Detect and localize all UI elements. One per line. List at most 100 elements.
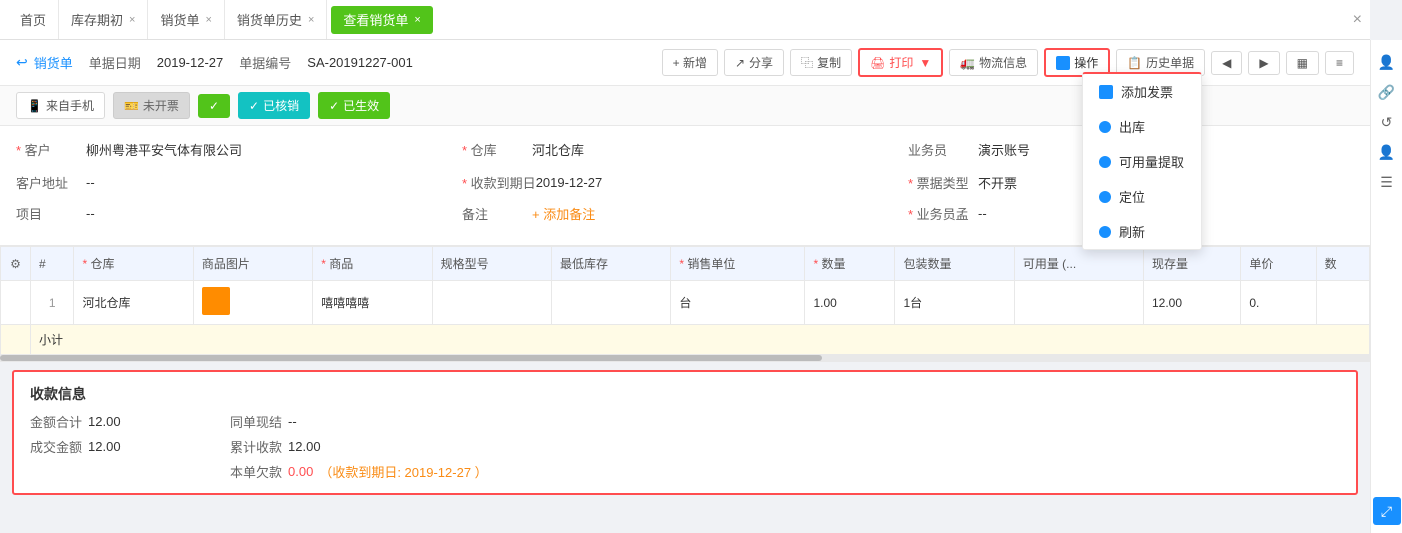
ticket-type-label: 票据类型 <box>908 173 978 192</box>
col-available: 可用量 (... <box>1014 247 1143 281</box>
add-invoice-icon <box>1099 85 1113 99</box>
nav-next[interactable]: ▶ <box>1248 51 1279 75</box>
tab-sales-history[interactable]: 销货单历史 × <box>225 0 327 39</box>
current-due-note: （收款到期日: 2019-12-27 ） <box>319 462 487 481</box>
salesperson-label: 业务员 <box>908 140 978 159</box>
product-image <box>202 287 230 315</box>
tab-bar: 首页 库存期初 × 销货单 × 销货单历史 × 查看销货单 × × <box>0 0 1370 40</box>
effective-icon: ✓ <box>329 99 339 113</box>
product-table-wrap: ⚙ # 仓库 商品图片 商品 规格型号 最低库存 销售单位 数量 包装数量 可用… <box>0 246 1370 362</box>
row-unit-price: 0. <box>1241 281 1316 325</box>
col-product: 商品 <box>313 247 432 281</box>
share-button[interactable]: ↗ 分享 <box>724 49 784 76</box>
operation-dropdown: 添加发票 出库 可用量提取 定位 刷新 <box>1082 72 1202 250</box>
row-sales-unit: 台 <box>671 281 805 325</box>
tab-close-history[interactable]: × <box>308 14 314 26</box>
sidebar-btn-rotate[interactable]: ↺ <box>1373 108 1401 136</box>
print-icon: 🖨 <box>870 56 885 70</box>
tab-view-sales-order[interactable]: 查看销货单 × <box>331 6 432 34</box>
nav-prev[interactable]: ◀ <box>1211 51 1242 75</box>
row-quantity: 1.00 <box>805 281 895 325</box>
menu-locate[interactable]: 定位 <box>1083 179 1201 214</box>
close-all-tabs[interactable]: × <box>1353 11 1362 29</box>
new-button[interactable]: + 新增 <box>662 49 718 76</box>
customer-address-value: -- <box>86 173 95 192</box>
col-product-img: 商品图片 <box>193 247 312 281</box>
notes-label: 备注 <box>462 204 532 223</box>
table-header-row: ⚙ # 仓库 商品图片 商品 规格型号 最低库存 销售单位 数量 包装数量 可用… <box>1 247 1370 281</box>
check-button[interactable]: ✓ <box>198 94 230 118</box>
tab-close-view[interactable]: × <box>414 14 420 26</box>
menu-refresh[interactable]: 刷新 <box>1083 214 1201 249</box>
refresh-icon <box>1099 226 1111 238</box>
warehouse-field: 仓库 河北仓库 <box>462 138 908 161</box>
tab-close-inventory[interactable]: × <box>129 14 135 26</box>
menu-outbound[interactable]: 出库 <box>1083 109 1201 144</box>
copy-button[interactable]: ⿻ 复制 <box>790 49 852 76</box>
transaction-label: 成交金额 <box>30 437 82 456</box>
col-sales-unit: 销售单位 <box>671 247 805 281</box>
available-qty-icon <box>1099 156 1111 168</box>
add-invoice-label: 添加发票 <box>1121 82 1173 101</box>
scroll-thumb[interactable] <box>0 355 822 361</box>
tab-home[interactable]: 首页 <box>8 0 59 39</box>
col-min-stock: 最低库存 <box>551 247 670 281</box>
tab-sales-order[interactable]: 销货单 × <box>148 0 224 39</box>
menu-available-qty[interactable]: 可用量提取 <box>1083 144 1201 179</box>
ticket-icon: 🎫 <box>124 99 139 113</box>
customer-label: 客户 <box>16 140 86 159</box>
sidebar-btn-user[interactable]: 👤 <box>1373 138 1401 166</box>
effective-button[interactable]: ✓ 已生效 <box>318 92 390 119</box>
date-value: 2019-12-27 <box>157 55 224 70</box>
sold-button[interactable]: ✓ 已核销 <box>238 92 310 119</box>
col-spec: 规格型号 <box>432 247 551 281</box>
warehouse-value: 河北仓库 <box>532 138 584 161</box>
sidebar-btn-list[interactable]: ☰ <box>1373 168 1401 196</box>
col-current-stock: 现存量 <box>1144 247 1241 281</box>
project-field: 项目 -- <box>16 204 462 223</box>
add-note-button[interactable]: 添加备注 <box>532 204 595 223</box>
tab-close-sales[interactable]: × <box>205 14 211 26</box>
col-warehouse: 仓库 <box>74 247 193 281</box>
table-row: 1 河北仓库 嘻嘻嘻嘻 台 1.00 1台 12.00 0. <box>1 281 1370 325</box>
row-gear <box>1 281 31 325</box>
number-label: 单据编号 <box>239 53 291 72</box>
doc-type: ↩ 销货单 <box>16 53 73 72</box>
row-current-stock: 12.00 <box>1144 281 1241 325</box>
col-gear: ⚙ <box>1 247 31 281</box>
current-due-label: 本单欠款 <box>230 462 282 481</box>
transaction-value: 12.00 <box>88 439 121 454</box>
from-phone-button[interactable]: 📱 来自手机 <box>16 92 105 119</box>
refresh-label: 刷新 <box>1119 222 1145 241</box>
salesperson2-value: -- <box>978 204 987 223</box>
number-value: SA-20191227-001 <box>307 55 413 70</box>
menu-add-invoice[interactable]: 添加发票 <box>1083 74 1201 109</box>
outbound-icon <box>1099 121 1111 133</box>
sidebar-btn-contact[interactable]: 👤 <box>1373 48 1401 76</box>
horizontal-scrollbar[interactable] <box>0 355 1370 361</box>
operation-icon <box>1056 56 1070 70</box>
check-icon: ✓ <box>209 99 219 113</box>
cumulative-label: 累计收款 <box>230 437 282 456</box>
print-button[interactable]: 🖨 打印 ▼ <box>858 48 943 77</box>
toolbar: + 新增 ↗ 分享 ⿻ 复制 🖨 打印 ▼ 🚛 物流信息 操作 <box>662 48 1354 77</box>
product-table: ⚙ # 仓库 商品图片 商品 规格型号 最低库存 销售单位 数量 包装数量 可用… <box>0 246 1370 355</box>
same-order-label: 同单现结 <box>230 412 282 431</box>
payment-info-box: 收款信息 金额合计 12.00 同单现结 -- 成交金额 12.00 累计收款 … <box>12 370 1358 495</box>
not-opened-button[interactable]: 🎫 未开票 <box>113 92 190 119</box>
total-amount-value: 12.00 <box>88 414 121 429</box>
layout-list[interactable]: ≡ <box>1325 51 1354 75</box>
sidebar-btn-link[interactable]: 🔗 <box>1373 78 1401 106</box>
logistics-button[interactable]: 🚛 物流信息 <box>949 49 1038 76</box>
layout-grid[interactable]: ▦ <box>1286 51 1319 75</box>
share-icon: ↗ <box>735 56 745 70</box>
history-icon: 📋 <box>1127 56 1142 70</box>
current-due-value: 0.00 <box>288 464 313 479</box>
col-num: # <box>31 247 74 281</box>
total-amount-label: 金额合计 <box>30 412 82 431</box>
subtotal-gear <box>1 325 31 355</box>
row-product-img <box>193 281 312 325</box>
current-due-item: 本单欠款 0.00 （收款到期日: 2019-12-27 ） <box>230 462 1340 481</box>
tab-inventory-init[interactable]: 库存期初 × <box>59 0 148 39</box>
sidebar-btn-expand[interactable]: ⤢ <box>1373 497 1401 525</box>
